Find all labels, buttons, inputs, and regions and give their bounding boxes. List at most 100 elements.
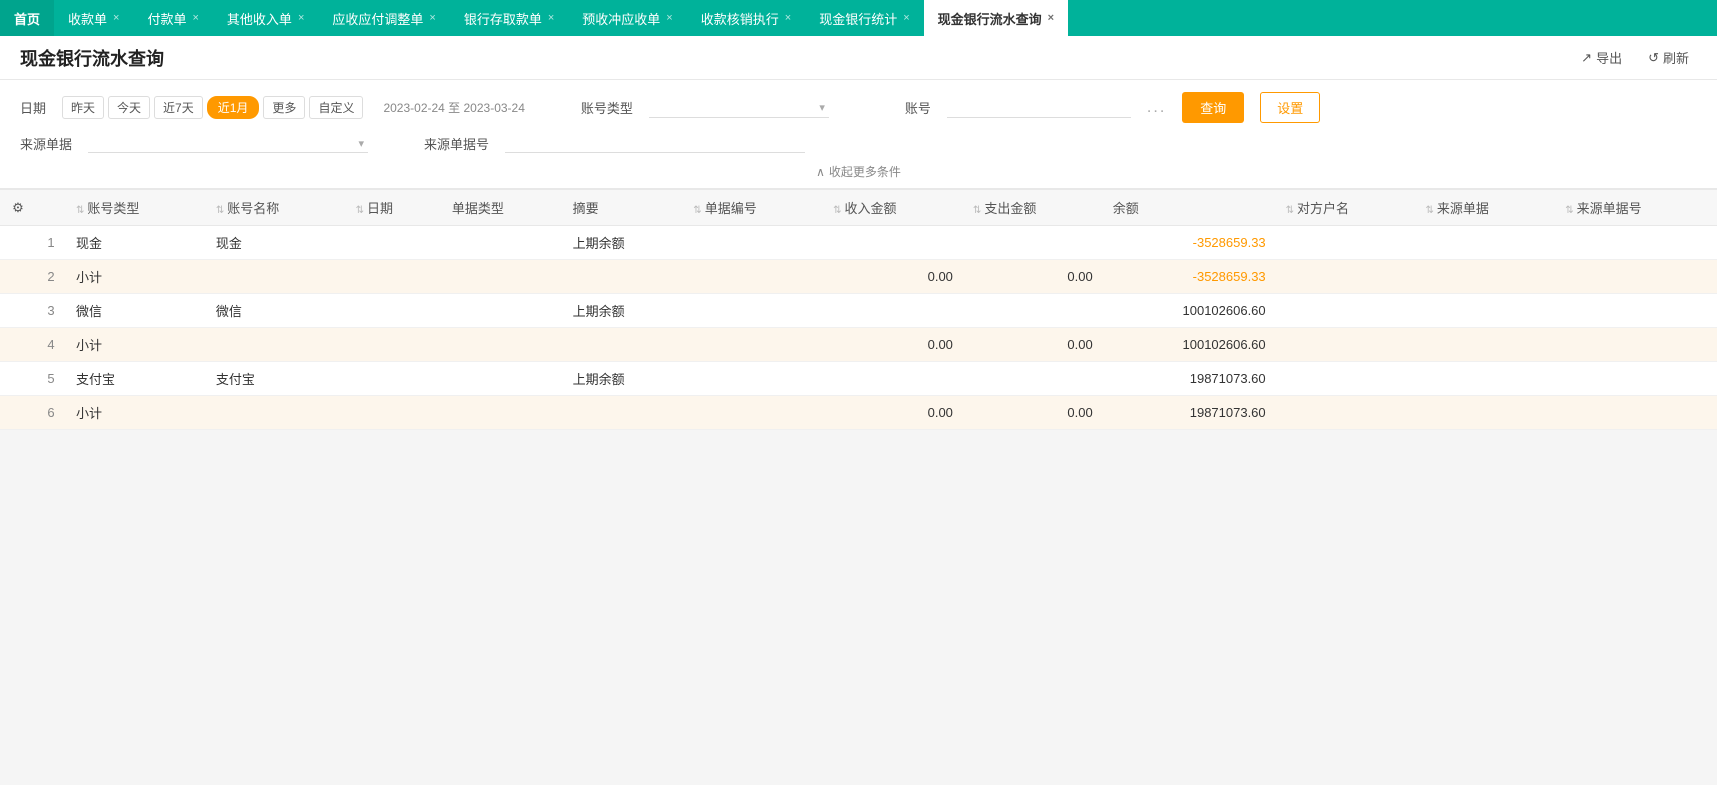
row-balance: -3528659.33 bbox=[1103, 260, 1276, 294]
source-doc-select[interactable] bbox=[88, 133, 368, 153]
doc-type-col-header: 单据类型 bbox=[442, 190, 563, 226]
row-counterparty bbox=[1276, 396, 1416, 430]
date-range-text: 2023-02-24 至 2023-03-24 bbox=[383, 99, 524, 116]
balance-col-header: 余额 bbox=[1103, 190, 1276, 226]
gear-col-header[interactable]: ⚙ bbox=[0, 190, 36, 226]
row-balance: 100102606.60 bbox=[1103, 328, 1276, 362]
source-doc-label: 来源单据 bbox=[20, 134, 72, 153]
tab-close-icon[interactable]: × bbox=[1048, 12, 1054, 24]
refresh-button[interactable]: ↺ 刷新 bbox=[1640, 44, 1697, 71]
nav-tab-收款核销执行[interactable]: 收款核销执行× bbox=[687, 0, 805, 36]
source-doc-col-header[interactable]: 来源单据 bbox=[1415, 190, 1555, 226]
row-doc-no bbox=[683, 226, 823, 260]
row-date bbox=[346, 294, 442, 328]
tab-close-icon[interactable]: × bbox=[429, 12, 435, 24]
num-col-header bbox=[36, 190, 66, 226]
date-btn-近7天[interactable]: 近7天 bbox=[154, 96, 203, 119]
source-doc-select-wrap bbox=[88, 133, 368, 153]
counterparty-col-header[interactable]: 对方户名 bbox=[1276, 190, 1416, 226]
account-input[interactable] bbox=[947, 98, 1131, 118]
row-counterparty bbox=[1276, 328, 1416, 362]
row-source-doc-no bbox=[1555, 396, 1717, 430]
row-summary bbox=[563, 328, 684, 362]
date-btn-近1月[interactable]: 近1月 bbox=[207, 96, 260, 119]
collapse-button[interactable]: ∧ 收起更多条件 bbox=[816, 163, 901, 180]
date-col-header[interactable]: 日期 bbox=[346, 190, 442, 226]
row-expense bbox=[963, 294, 1103, 328]
row-doc-type bbox=[442, 396, 563, 430]
table-row: 6 小计 0.00 0.00 19871073.60 bbox=[0, 396, 1717, 430]
table-row: 1 现金 现金 上期余额 -3528659.33 bbox=[0, 226, 1717, 260]
row-gear bbox=[0, 328, 36, 362]
settings-button[interactable]: 设置 bbox=[1260, 92, 1320, 123]
collapse-row: ∧ 收起更多条件 bbox=[20, 163, 1697, 180]
row-doc-type bbox=[442, 328, 563, 362]
row-source-doc-no bbox=[1555, 294, 1717, 328]
source-doc-no-input[interactable] bbox=[505, 133, 805, 153]
source-doc-no-col-header[interactable]: 来源单据号 bbox=[1555, 190, 1717, 226]
refresh-icon: ↺ bbox=[1648, 50, 1659, 66]
nav-tab-付款单[interactable]: 付款单× bbox=[133, 0, 212, 36]
date-btn-今天[interactable]: 今天 bbox=[108, 96, 150, 119]
row-balance: 100102606.60 bbox=[1103, 294, 1276, 328]
row-summary bbox=[563, 260, 684, 294]
row-source-doc bbox=[1415, 362, 1555, 396]
export-icon: ↗ bbox=[1581, 50, 1592, 66]
source-doc-no-label: 来源单据号 bbox=[424, 134, 489, 153]
date-btn-自定义[interactable]: 自定义 bbox=[309, 96, 363, 119]
nav-tab-应收应付调整单[interactable]: 应收应付调整单× bbox=[318, 0, 449, 36]
tab-close-icon[interactable]: × bbox=[192, 12, 198, 24]
date-btn-昨天[interactable]: 昨天 bbox=[62, 96, 104, 119]
row-doc-no bbox=[683, 362, 823, 396]
account-label: 账号 bbox=[905, 98, 931, 117]
date-btn-更多[interactable]: 更多 bbox=[263, 96, 305, 119]
filter-area: 日期 昨天今天近7天近1月更多自定义 2023-02-24 至 2023-03-… bbox=[0, 80, 1717, 189]
nav-home[interactable]: 首页 bbox=[0, 0, 54, 36]
row-num: 2 bbox=[36, 260, 66, 294]
row-gear bbox=[0, 226, 36, 260]
tab-close-icon[interactable]: × bbox=[785, 12, 791, 24]
query-button[interactable]: 查询 bbox=[1182, 92, 1244, 123]
account-name-col-header[interactable]: 账号名称 bbox=[206, 190, 346, 226]
row-date bbox=[346, 226, 442, 260]
income-col-header[interactable]: 收入金额 bbox=[823, 190, 963, 226]
tab-close-icon[interactable]: × bbox=[298, 12, 304, 24]
nav-tab-现金银行统计[interactable]: 现金银行统计× bbox=[805, 0, 923, 36]
export-button[interactable]: ↗ 导出 bbox=[1573, 44, 1630, 71]
account-dots[interactable]: ... bbox=[1147, 99, 1166, 117]
gear-settings-icon[interactable]: ⚙ bbox=[12, 200, 24, 215]
row-source-doc-no bbox=[1555, 362, 1717, 396]
nav-tab-银行存取款单[interactable]: 银行存取款单× bbox=[450, 0, 568, 36]
row-income: 0.00 bbox=[823, 396, 963, 430]
row-account-name bbox=[206, 328, 346, 362]
account-type-select[interactable]: 现金 微信 支付宝 bbox=[649, 98, 829, 118]
tab-close-icon[interactable]: × bbox=[666, 12, 672, 24]
account-type-col-header[interactable]: 账号类型 bbox=[66, 190, 206, 226]
row-source-doc bbox=[1415, 396, 1555, 430]
row-balance: 19871073.60 bbox=[1103, 362, 1276, 396]
top-nav: 首页 收款单×付款单×其他收入单×应收应付调整单×银行存取款单×预收冲应收单×收… bbox=[0, 0, 1717, 36]
row-doc-no bbox=[683, 396, 823, 430]
row-source-doc bbox=[1415, 226, 1555, 260]
row-income bbox=[823, 362, 963, 396]
table-row: 2 小计 0.00 0.00 -3528659.33 bbox=[0, 260, 1717, 294]
nav-tab-现金银行流水查询[interactable]: 现金银行流水查询× bbox=[924, 0, 1068, 36]
expense-col-header[interactable]: 支出金额 bbox=[963, 190, 1103, 226]
row-doc-type bbox=[442, 294, 563, 328]
tab-close-icon[interactable]: × bbox=[903, 12, 909, 24]
row-counterparty bbox=[1276, 226, 1416, 260]
table-row: 4 小计 0.00 0.00 100102606.60 bbox=[0, 328, 1717, 362]
row-source-doc bbox=[1415, 328, 1555, 362]
table-row: 5 支付宝 支付宝 上期余额 19871073.60 bbox=[0, 362, 1717, 396]
row-gear bbox=[0, 362, 36, 396]
doc-no-col-header[interactable]: 单据编号 bbox=[683, 190, 823, 226]
nav-tab-收款单[interactable]: 收款单× bbox=[54, 0, 133, 36]
row-income: 0.00 bbox=[823, 260, 963, 294]
nav-tab-其他收入单[interactable]: 其他收入单× bbox=[213, 0, 318, 36]
row-source-doc bbox=[1415, 294, 1555, 328]
nav-tab-预收冲应收单[interactable]: 预收冲应收单× bbox=[568, 0, 686, 36]
tab-close-icon[interactable]: × bbox=[548, 12, 554, 24]
account-type-select-wrap: 现金 微信 支付宝 bbox=[649, 98, 829, 118]
row-date bbox=[346, 328, 442, 362]
tab-close-icon[interactable]: × bbox=[113, 12, 119, 24]
